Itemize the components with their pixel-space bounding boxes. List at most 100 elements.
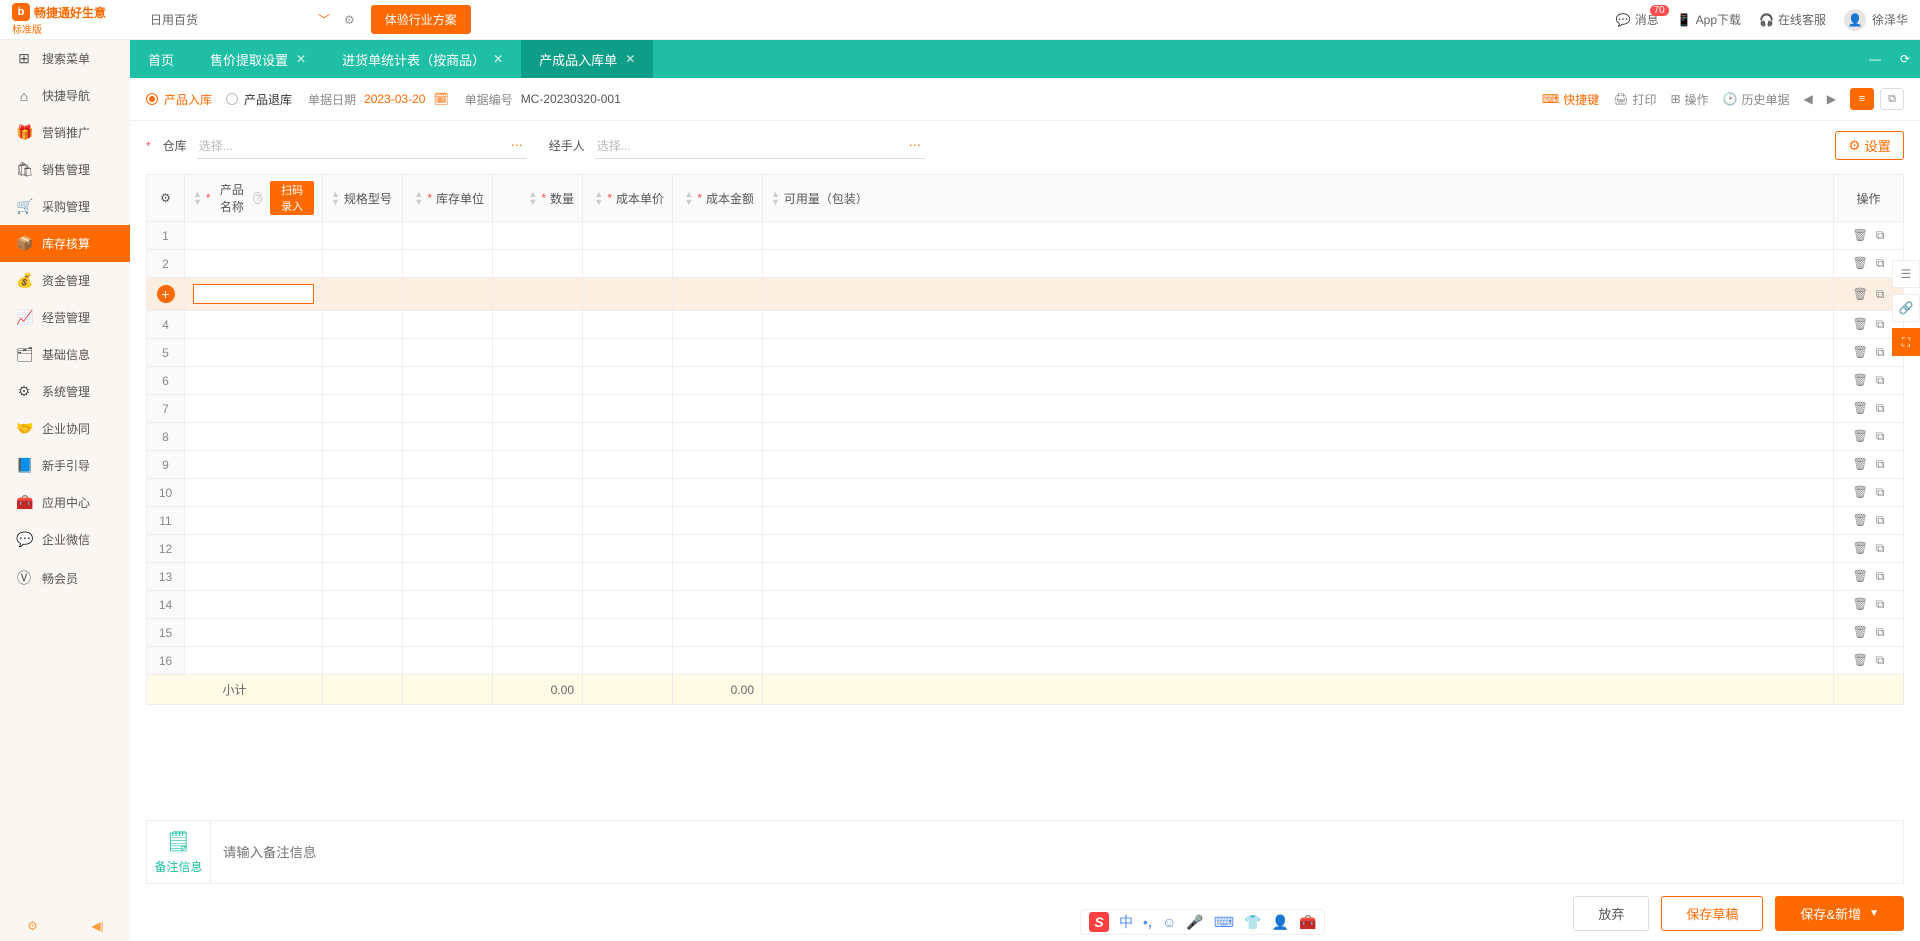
user-menu[interactable]: 👤 徐泽华: [1844, 9, 1908, 31]
close-icon[interactable]: ✕: [493, 52, 503, 66]
cell[interactable]: [403, 367, 493, 395]
copy-row-icon[interactable]: ⧉: [1876, 287, 1885, 302]
cell[interactable]: [185, 423, 323, 451]
card-mode-button[interactable]: ⧉: [1880, 88, 1904, 110]
cell[interactable]: [763, 278, 1834, 311]
cell[interactable]: [403, 479, 493, 507]
cell[interactable]: [323, 423, 403, 451]
cell[interactable]: [403, 507, 493, 535]
cell[interactable]: [763, 647, 1834, 675]
table-row[interactable]: 2🗑⧉: [147, 250, 1904, 278]
save-and-new-button[interactable]: 保存&新增 ▼: [1775, 896, 1904, 931]
cell[interactable]: [763, 619, 1834, 647]
delete-row-icon[interactable]: 🗑: [1853, 228, 1868, 242]
cell[interactable]: [673, 222, 763, 250]
cell[interactable]: [185, 535, 323, 563]
cell[interactable]: [323, 367, 403, 395]
col-qty[interactable]: ▲▼*数量: [493, 175, 583, 222]
cell[interactable]: [403, 311, 493, 339]
doc-date[interactable]: 单据日期 2023-03-20 🗓: [308, 91, 449, 108]
cell[interactable]: [185, 367, 323, 395]
cell[interactable]: [185, 507, 323, 535]
table-row[interactable]: 9🗑⧉: [147, 451, 1904, 479]
ime-keyboard-icon[interactable]: ⌨: [1214, 914, 1234, 931]
cell[interactable]: [673, 250, 763, 278]
more-icon[interactable]: ⋯: [511, 138, 525, 152]
copy-row-icon[interactable]: ⧉: [1876, 653, 1885, 668]
ime-bar[interactable]: S 中 •ꓹ ☺ 🎤 ⌨ 👕 👤 🧰: [1080, 909, 1325, 935]
cell[interactable]: [185, 250, 323, 278]
table-row[interactable]: 4🗑⧉: [147, 311, 1904, 339]
table-row[interactable]: 1🗑⧉: [147, 222, 1904, 250]
cell[interactable]: [763, 563, 1834, 591]
cell[interactable]: [323, 339, 403, 367]
copy-row-icon[interactable]: ⧉: [1876, 597, 1885, 612]
cell[interactable]: [493, 222, 583, 250]
cell[interactable]: [493, 507, 583, 535]
cell[interactable]: [673, 395, 763, 423]
sidebar-item[interactable]: 🗂基础信息: [0, 336, 130, 373]
cell[interactable]: [493, 647, 583, 675]
cell[interactable]: [583, 563, 673, 591]
cell[interactable]: [493, 250, 583, 278]
delete-row-icon[interactable]: 🗑: [1853, 513, 1868, 527]
edge-tool-attachment[interactable]: 🔗: [1892, 294, 1920, 322]
cell[interactable]: [493, 563, 583, 591]
delete-row-icon[interactable]: 🗑: [1853, 345, 1868, 359]
cell[interactable]: [493, 367, 583, 395]
store-select[interactable]: 日用百货 ﹀: [150, 11, 330, 28]
sidebar-item[interactable]: 📘新手引导: [0, 447, 130, 484]
sort-icon[interactable]: ▲▼: [771, 190, 780, 206]
copy-row-icon[interactable]: ⧉: [1876, 317, 1885, 332]
ops-button[interactable]: ⊞ 操作: [1670, 91, 1708, 108]
cell[interactable]: [673, 619, 763, 647]
cell[interactable]: [763, 479, 1834, 507]
cell[interactable]: [403, 250, 493, 278]
cell[interactable]: [763, 311, 1834, 339]
cell[interactable]: [583, 367, 673, 395]
edge-tool-expand[interactable]: ⛶: [1892, 328, 1920, 356]
next-doc-button[interactable]: ▶: [1827, 92, 1836, 106]
close-icon[interactable]: ✕: [296, 52, 306, 66]
col-unit[interactable]: ▲▼*库存单位: [403, 175, 493, 222]
table-row[interactable]: 16🗑⧉: [147, 647, 1904, 675]
col-gear[interactable]: ⚙: [147, 175, 185, 222]
cell[interactable]: [673, 367, 763, 395]
messages-button[interactable]: 💬 消息 70: [1616, 11, 1659, 28]
table-row[interactable]: 8🗑⧉: [147, 423, 1904, 451]
cell[interactable]: [493, 339, 583, 367]
cell[interactable]: [323, 563, 403, 591]
delete-row-icon[interactable]: 🗑: [1853, 256, 1868, 270]
sidebar-item[interactable]: Ⓥ畅会员: [0, 558, 130, 598]
cell[interactable]: [763, 222, 1834, 250]
cell[interactable]: [403, 451, 493, 479]
sidebar-item[interactable]: ⌂快捷导航: [0, 77, 130, 114]
cell[interactable]: [493, 278, 583, 311]
ime-punct-icon[interactable]: •ꓹ: [1143, 914, 1152, 931]
sidebar-item[interactable]: 🧰应用中心: [0, 484, 130, 521]
cell[interactable]: [185, 311, 323, 339]
delete-row-icon[interactable]: 🗑: [1853, 653, 1868, 667]
cell[interactable]: [185, 451, 323, 479]
warehouse-field[interactable]: * 仓库 选择... ⋯: [146, 133, 527, 159]
table-row[interactable]: 6🗑⧉: [147, 367, 1904, 395]
sidebar-item[interactable]: 🛍销售管理: [0, 151, 130, 188]
sidebar-item[interactable]: 💰资金管理: [0, 262, 130, 299]
delete-row-icon[interactable]: 🗑: [1853, 597, 1868, 611]
cell[interactable]: [673, 311, 763, 339]
delete-row-icon[interactable]: 🗑: [1853, 569, 1868, 583]
table-row[interactable]: 14🗑⧉: [147, 591, 1904, 619]
sort-icon[interactable]: ▲▼: [528, 190, 537, 206]
col-avail[interactable]: ▲▼可用量（包装）: [763, 175, 1834, 222]
cell[interactable]: [583, 647, 673, 675]
cell[interactable]: [493, 591, 583, 619]
cell[interactable]: [493, 395, 583, 423]
ime-tools-icon[interactable]: 🧰: [1299, 914, 1316, 931]
table-row[interactable]: 13🗑⧉: [147, 563, 1904, 591]
sidebar-item[interactable]: 🛒采购管理: [0, 188, 130, 225]
service-button[interactable]: 🎧 在线客服: [1759, 11, 1826, 28]
ime-skin-icon[interactable]: 👕: [1244, 914, 1261, 931]
cell[interactable]: [763, 535, 1834, 563]
scan-input-tag[interactable]: 扫码录入: [270, 181, 314, 215]
try-plan-button[interactable]: 体验行业方案: [371, 5, 471, 34]
